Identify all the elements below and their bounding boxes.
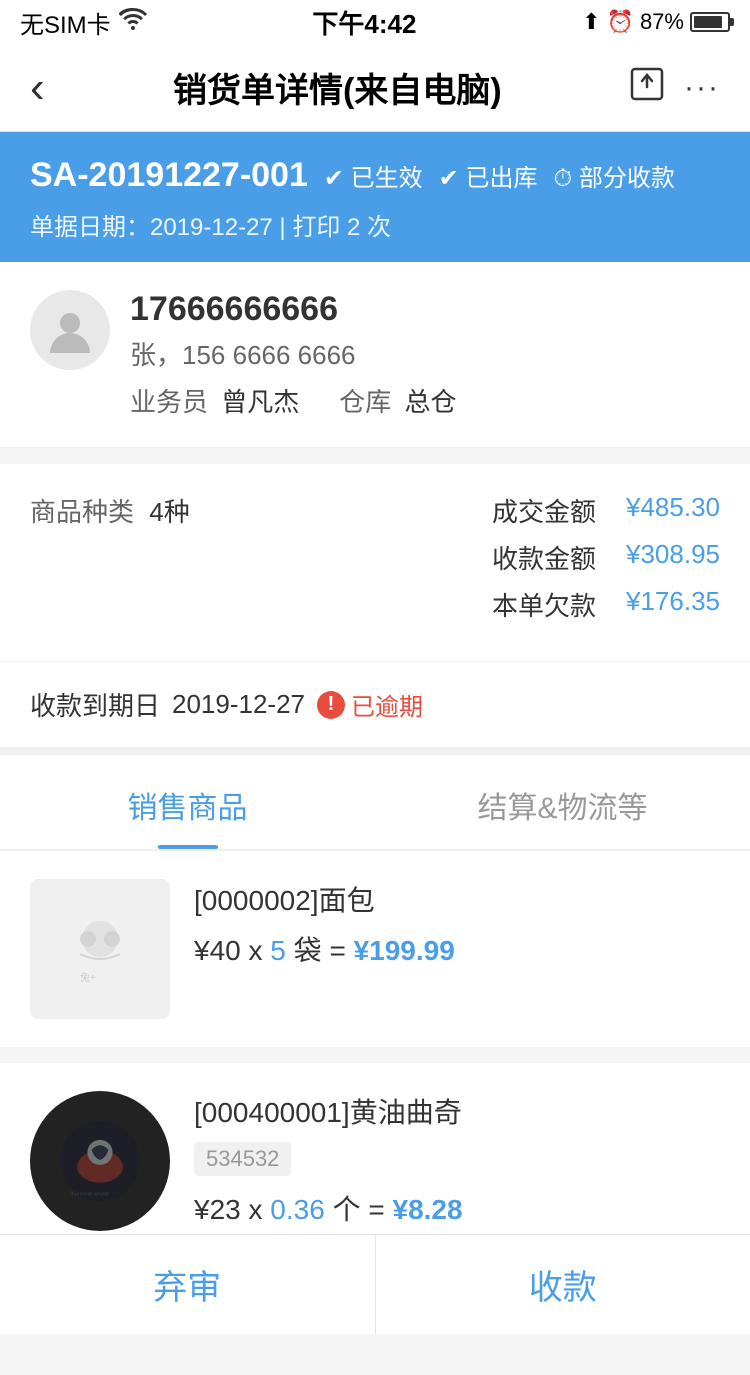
header-banner: SA-20191227-001 ✔ 已生效 ✔ 已出库 ⏱ 部分收款 单据日期：… [0,132,750,262]
customer-id: 17666666666 [130,290,720,329]
order-date: 单据日期：2019-12-27 | 打印 2 次 [30,207,720,242]
back-button[interactable]: ‹ [30,63,45,113]
overdue-text: 已逾期 [351,687,423,722]
product-thumb-2: diamond whale [30,1091,170,1231]
bottom-bar: 弃审 收款 [0,1234,750,1334]
tab-settlement-logistics[interactable]: 结算&物流等 [375,755,750,849]
unit-2: 个 [333,1194,361,1225]
product-info-1: [0000002]面包 ¥40 x 5 袋 = ¥199.99 [194,879,720,969]
svg-text:diamond whale: diamond whale [70,1191,108,1197]
qty-1: 5 [270,935,286,966]
product-type-label: 商品种类 [30,497,134,527]
alarm-icon: ⏰ [607,9,634,35]
product-price-2: ¥23 x 0.36 个 = ¥8.28 [194,1188,720,1228]
due-date-section: 收款到期日 2019-12-27 ! 已逾期 [0,662,750,755]
receipt-amount-value: ¥308.95 [626,539,720,576]
nav-title: 销货单详情(来自电脑) [173,63,502,112]
warehouse-label: 仓库 [339,387,391,417]
confirm-button[interactable]: 收款 [376,1235,750,1334]
total-2: ¥8.28 [393,1194,463,1225]
status-time: 下午4:42 [312,4,416,41]
product-info-2: [000400001]黄油曲奇 534532 ¥23 x 0.36 个 = ¥8… [194,1091,720,1228]
more-icon[interactable]: ··· [684,71,720,105]
deal-amount-value: ¥485.30 [626,492,720,529]
battery-text: 87% [640,9,684,35]
nav-bar: ‹ 销货单详情(来自电脑) ··· [0,44,750,132]
reject-button[interactable]: 弃审 [0,1235,376,1334]
nav-left: ‹ [30,63,45,113]
due-date-value: 2019-12-27 [172,689,305,720]
amount-summary: 成交金额 ¥485.30 收款金额 ¥308.95 本单欠款 ¥176.35 [492,492,720,633]
summary-section: 商品种类 4种 成交金额 ¥485.30 收款金额 ¥308.95 本单欠款 ¥… [0,464,750,662]
salesperson-value: 曾凡杰 [221,387,299,417]
customer-meta: 业务员 曾凡杰 仓库 总仓 [130,382,720,419]
total-1: ¥199.99 [354,935,455,966]
arrears-value: ¥176.35 [626,586,720,623]
price-base-1: ¥40 [194,935,241,966]
salesperson-label: 业务员 [130,387,208,417]
nav-right: ··· [630,67,720,109]
product-name-2: [000400001]黄油曲奇 [194,1091,720,1131]
product-price-1: ¥40 x 5 袋 = ¥199.99 [194,929,720,969]
product-type-value: 4种 [149,497,189,527]
status-shipped: ✔ 已出库 [439,158,538,193]
status-bar: 无SIM卡 下午4:42 ⬆ ⏰ 87% [0,0,750,44]
status-indicators: ⬆ ⏰ 87% [582,9,730,35]
deal-amount-label: 成交金额 [492,492,596,529]
unit-1: 袋 [294,935,322,966]
product-item-2: diamond whale [000400001]黄油曲奇 534532 ¥23… [0,1063,750,1259]
location-icon: ⬆ [582,9,600,35]
customer-name-phone: 张，156 6666 6666 [130,335,720,372]
share-icon[interactable] [630,67,664,109]
status-partial-payment: ⏱ 部分收款 [553,158,674,193]
price-base-2: ¥23 [194,1194,241,1225]
product-name-1: [0000002]面包 [194,879,720,919]
receipt-amount-label: 收款金额 [492,539,596,576]
warehouse-value: 总仓 [405,387,457,417]
product-thumb-1: 兔+ [30,879,170,1019]
status-effective: ✔ 已生效 [324,158,423,193]
carrier-text: 无SIM卡 [20,5,111,40]
avatar [30,290,110,370]
product-tag-2: 534532 [194,1142,291,1176]
customer-info: 17666666666 张，156 6666 6666 业务员 曾凡杰 仓库 总… [130,290,720,419]
product-list: 兔+ [0000002]面包 ¥40 x 5 袋 = ¥199.99 [0,851,750,1259]
tab-sales-products[interactable]: 销售商品 [0,755,375,849]
tabs: 销售商品 结算&物流等 [0,755,750,851]
wifi-icon [119,8,147,37]
battery-icon [690,12,730,32]
svg-text:兔+: 兔+ [80,971,96,984]
overdue-icon: ! [317,691,345,719]
due-date-label: 收款到期日 [30,686,160,723]
arrears-label: 本单欠款 [492,586,596,623]
product-type-summary: 商品种类 4种 [30,492,190,529]
overdue-badge: ! 已逾期 [317,687,423,722]
status-carrier: 无SIM卡 [20,5,147,40]
qty-2: 0.36 [270,1194,325,1225]
product-item-1: 兔+ [0000002]面包 ¥40 x 5 袋 = ¥199.99 [0,851,750,1047]
order-id: SA-20191227-001 [30,156,308,195]
customer-section: 17666666666 张，156 6666 6666 业务员 曾凡杰 仓库 总… [0,262,750,448]
